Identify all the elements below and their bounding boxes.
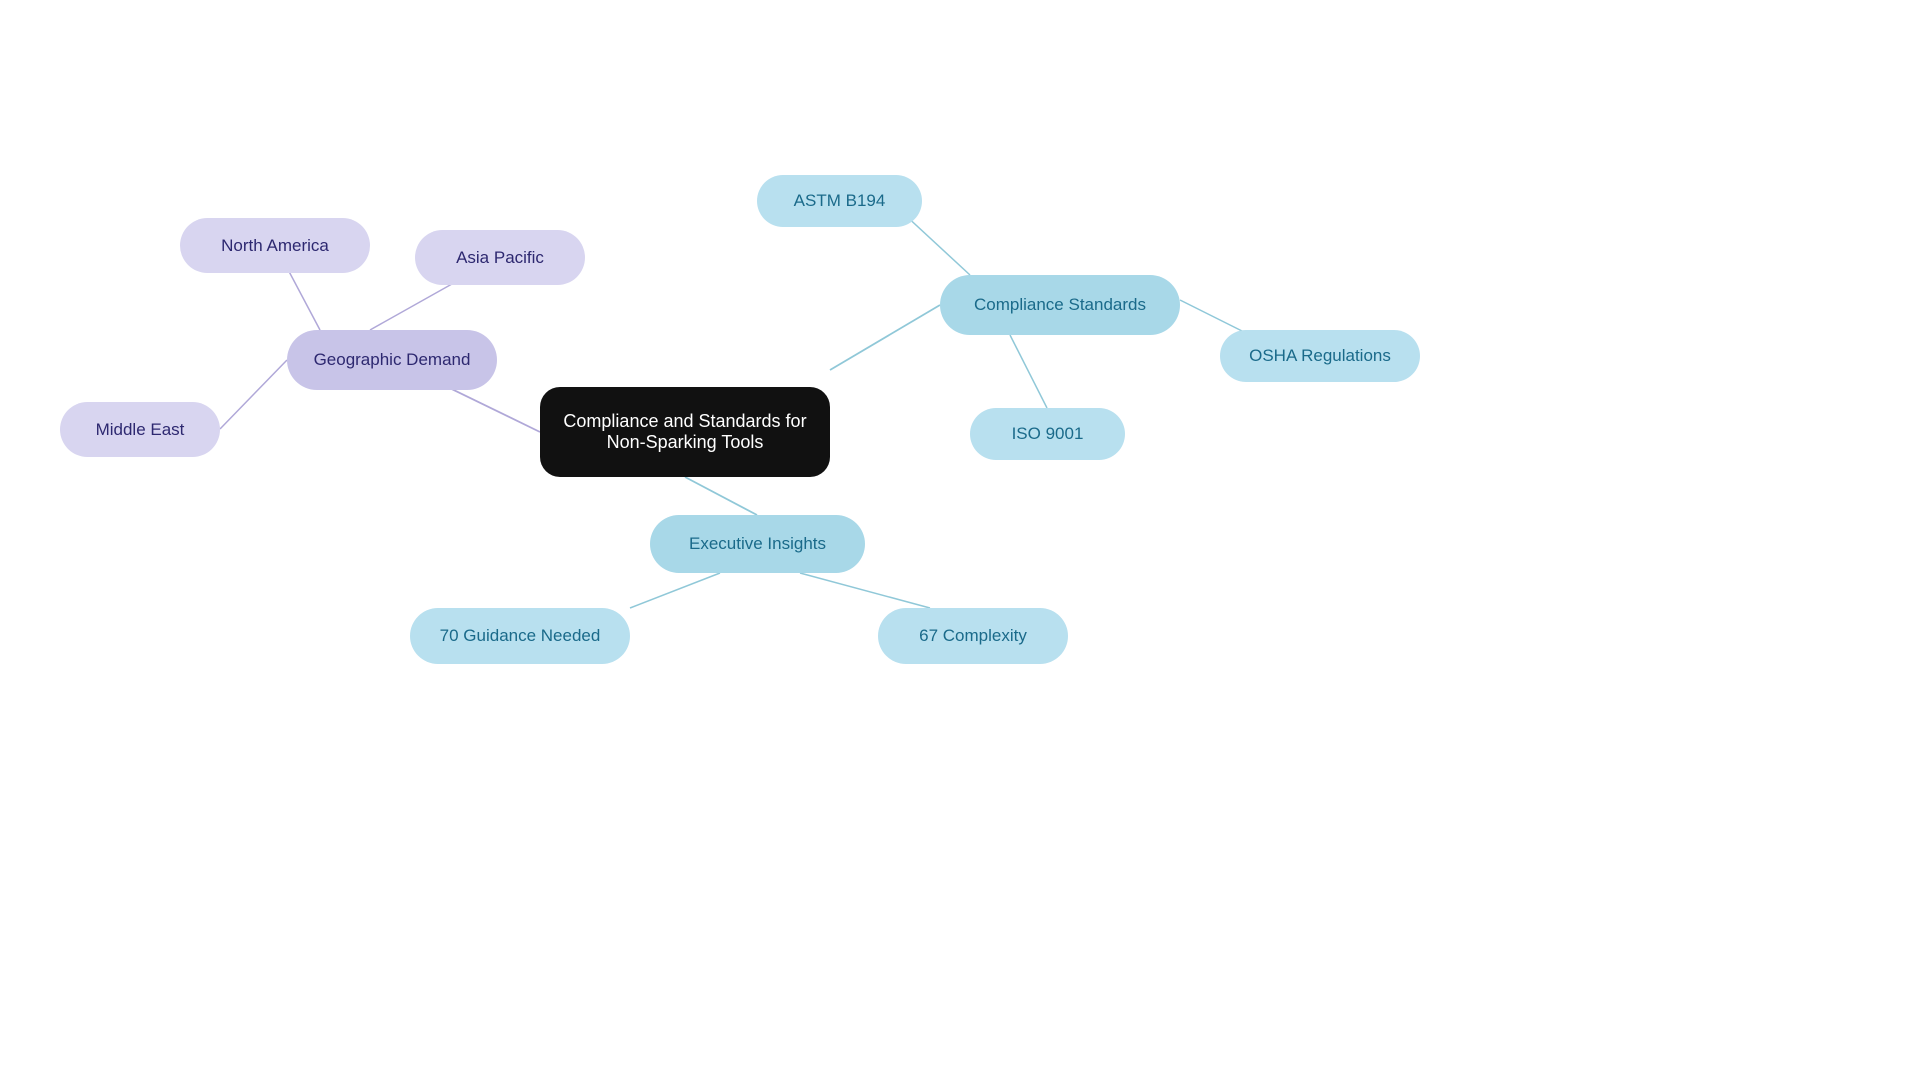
- middle-east-node[interactable]: Middle East: [60, 402, 220, 457]
- complexity-node[interactable]: 67 Complexity: [878, 608, 1068, 664]
- center-node[interactable]: Compliance and Standards for Non-Sparkin…: [540, 387, 830, 477]
- north-america-node[interactable]: North America: [180, 218, 370, 273]
- compliance-standards-node[interactable]: Compliance Standards: [940, 275, 1180, 335]
- executive-insights-node[interactable]: Executive Insights: [650, 515, 865, 573]
- asia-pacific-node[interactable]: Asia Pacific: [415, 230, 585, 285]
- geographic-demand-node[interactable]: Geographic Demand: [287, 330, 497, 390]
- astm-b194-node[interactable]: ASTM B194: [757, 175, 922, 227]
- iso-9001-node[interactable]: ISO 9001: [970, 408, 1125, 460]
- osha-regulations-node[interactable]: OSHA Regulations: [1220, 330, 1420, 382]
- guidance-needed-node[interactable]: 70 Guidance Needed: [410, 608, 630, 664]
